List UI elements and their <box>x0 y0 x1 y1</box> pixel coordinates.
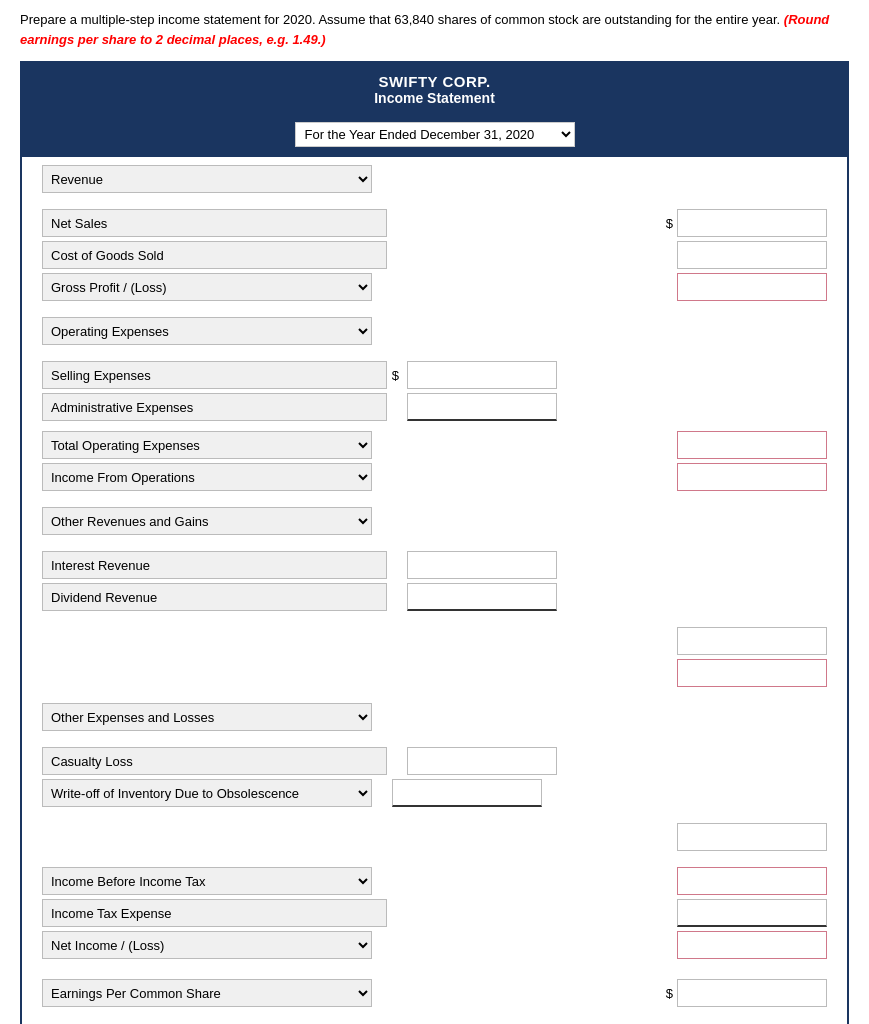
interest-revenue-field[interactable] <box>408 552 556 578</box>
income-tax-label: Income Tax Expense <box>42 899 387 927</box>
gross-profit-field[interactable] <box>678 274 826 300</box>
selling-expenses-label: Selling Expenses <box>42 361 387 389</box>
date-select[interactable]: For the Year Ended December 31, 2020 <box>295 122 575 147</box>
operating-expenses-select[interactable]: Operating Expenses <box>43 318 371 344</box>
gross-profit-row: Gross Profit / (Loss) <box>42 273 827 301</box>
doc-title: Income Statement <box>27 90 842 106</box>
net-income-select[interactable]: Net Income / (Loss) <box>43 932 371 958</box>
writeoff-input[interactable] <box>392 779 542 807</box>
dollar-sign-netsales: $ <box>666 216 673 231</box>
interest-revenue-label: Interest Revenue <box>42 551 387 579</box>
other-expenses-subtotal-input[interactable] <box>677 823 827 851</box>
net-income-field[interactable] <box>678 932 826 958</box>
net-sales-label: Net Sales <box>42 209 387 237</box>
intro-paragraph: Prepare a multiple-step income statement… <box>20 10 849 49</box>
other-revenues-dropdown[interactable]: Other Revenues and Gains <box>42 507 372 535</box>
other-expenses-select[interactable]: Other Expenses and Losses <box>43 704 371 730</box>
dividend-revenue-row: Dividend Revenue <box>42 583 827 611</box>
income-from-ops-row: Income From Operations <box>42 463 827 491</box>
other-revenues-total-input[interactable] <box>677 659 827 687</box>
revenue-dropdown[interactable]: Revenue <box>42 165 372 193</box>
income-before-tax-field[interactable] <box>678 868 826 894</box>
dividend-revenue-field[interactable] <box>408 584 556 609</box>
admin-expenses-row: Administrative Expenses <box>42 393 827 421</box>
total-operating-row: Total Operating Expenses <box>42 431 827 459</box>
cogs-input[interactable] <box>677 241 827 269</box>
operating-expenses-dropdown[interactable]: Operating Expenses <box>42 317 372 345</box>
cogs-label: Cost of Goods Sold <box>42 241 387 269</box>
writeoff-row: Write-off of Inventory Due to Obsolescen… <box>42 779 827 807</box>
interest-revenue-input[interactable] <box>407 551 557 579</box>
date-row: For the Year Ended December 31, 2020 <box>22 116 847 157</box>
interest-revenue-row: Interest Revenue <box>42 551 827 579</box>
net-income-input[interactable] <box>677 931 827 959</box>
admin-expenses-field[interactable] <box>408 394 556 419</box>
net-sales-row: Net Sales $ <box>42 209 827 237</box>
net-income-dropdown[interactable]: Net Income / (Loss) <box>42 931 372 959</box>
statement-header: SWIFTY CORP. Income Statement <box>22 63 847 116</box>
net-sales-field[interactable] <box>678 210 826 236</box>
other-expenses-dropdown[interactable]: Other Expenses and Losses <box>42 703 372 731</box>
selling-expenses-input[interactable] <box>407 361 557 389</box>
earnings-per-share-field[interactable] <box>678 980 826 1006</box>
writeoff-select[interactable]: Write-off of Inventory Due to Obsolescen… <box>43 780 371 806</box>
cogs-field[interactable] <box>678 242 826 268</box>
income-tax-row: Income Tax Expense <box>42 899 827 927</box>
income-from-ops-field[interactable] <box>678 464 826 490</box>
other-revenues-row: Other Revenues and Gains <box>42 507 827 535</box>
dividend-revenue-input[interactable] <box>407 583 557 611</box>
net-income-row: Net Income / (Loss) <box>42 931 827 959</box>
earnings-per-share-row: Earnings Per Common Share $ <box>42 979 827 1007</box>
earnings-per-share-dropdown[interactable]: Earnings Per Common Share <box>42 979 372 1007</box>
selling-expenses-row: Selling Expenses $ <box>42 361 827 389</box>
casualty-loss-input[interactable] <box>407 747 557 775</box>
total-operating-field[interactable] <box>678 432 826 458</box>
dividend-revenue-label: Dividend Revenue <box>42 583 387 611</box>
selling-expenses-field[interactable] <box>408 362 556 388</box>
writeoff-field[interactable] <box>393 780 541 805</box>
revenue-select[interactable]: Revenue <box>43 166 371 192</box>
admin-expenses-input[interactable] <box>407 393 557 421</box>
other-revenues-subtotal-field[interactable] <box>678 628 826 654</box>
income-from-ops-select[interactable]: Income From Operations <box>43 464 371 490</box>
total-operating-input[interactable] <box>677 431 827 459</box>
operating-expenses-row: Operating Expenses <box>42 317 827 345</box>
earnings-per-share-select[interactable]: Earnings Per Common Share <box>43 980 371 1006</box>
earnings-per-share-input[interactable] <box>677 979 827 1007</box>
other-expenses-subtotal-field[interactable] <box>678 824 826 850</box>
other-revenues-subtotal-input[interactable] <box>677 627 827 655</box>
income-before-tax-select[interactable]: Income Before Income Tax <box>43 868 371 894</box>
income-before-tax-input[interactable] <box>677 867 827 895</box>
casualty-loss-field[interactable] <box>408 748 556 774</box>
casualty-loss-label: Casualty Loss <box>42 747 387 775</box>
casualty-loss-row: Casualty Loss <box>42 747 827 775</box>
company-name: SWIFTY CORP. <box>27 73 842 90</box>
gross-profit-select[interactable]: Gross Profit / (Loss) <box>43 274 371 300</box>
income-before-tax-dropdown[interactable]: Income Before Income Tax <box>42 867 372 895</box>
net-sales-input[interactable] <box>677 209 827 237</box>
statement-container: SWIFTY CORP. Income Statement For the Ye… <box>20 61 849 1024</box>
cogs-row: Cost of Goods Sold <box>42 241 827 269</box>
income-from-ops-dropdown[interactable]: Income From Operations <box>42 463 372 491</box>
statement-body: Revenue Net Sales $ Cost of Goods Sold <box>22 157 847 1024</box>
other-revenues-total-field[interactable] <box>678 660 826 686</box>
total-operating-select[interactable]: Total Operating Expenses <box>43 432 371 458</box>
income-tax-input[interactable] <box>677 899 827 927</box>
income-tax-field[interactable] <box>678 900 826 925</box>
revenue-row: Revenue <box>42 165 827 193</box>
total-operating-dropdown[interactable]: Total Operating Expenses <box>42 431 372 459</box>
admin-expenses-label: Administrative Expenses <box>42 393 387 421</box>
gross-profit-input[interactable] <box>677 273 827 301</box>
income-from-ops-input[interactable] <box>677 463 827 491</box>
writeoff-dropdown[interactable]: Write-off of Inventory Due to Obsolescen… <box>42 779 372 807</box>
gross-profit-dropdown[interactable]: Gross Profit / (Loss) <box>42 273 372 301</box>
dollar-sign-selling: $ <box>392 368 399 383</box>
other-expenses-row: Other Expenses and Losses <box>42 703 827 731</box>
income-before-tax-row: Income Before Income Tax <box>42 867 827 895</box>
other-revenues-select[interactable]: Other Revenues and Gains <box>43 508 371 534</box>
dollar-sign-eps: $ <box>666 986 673 1001</box>
